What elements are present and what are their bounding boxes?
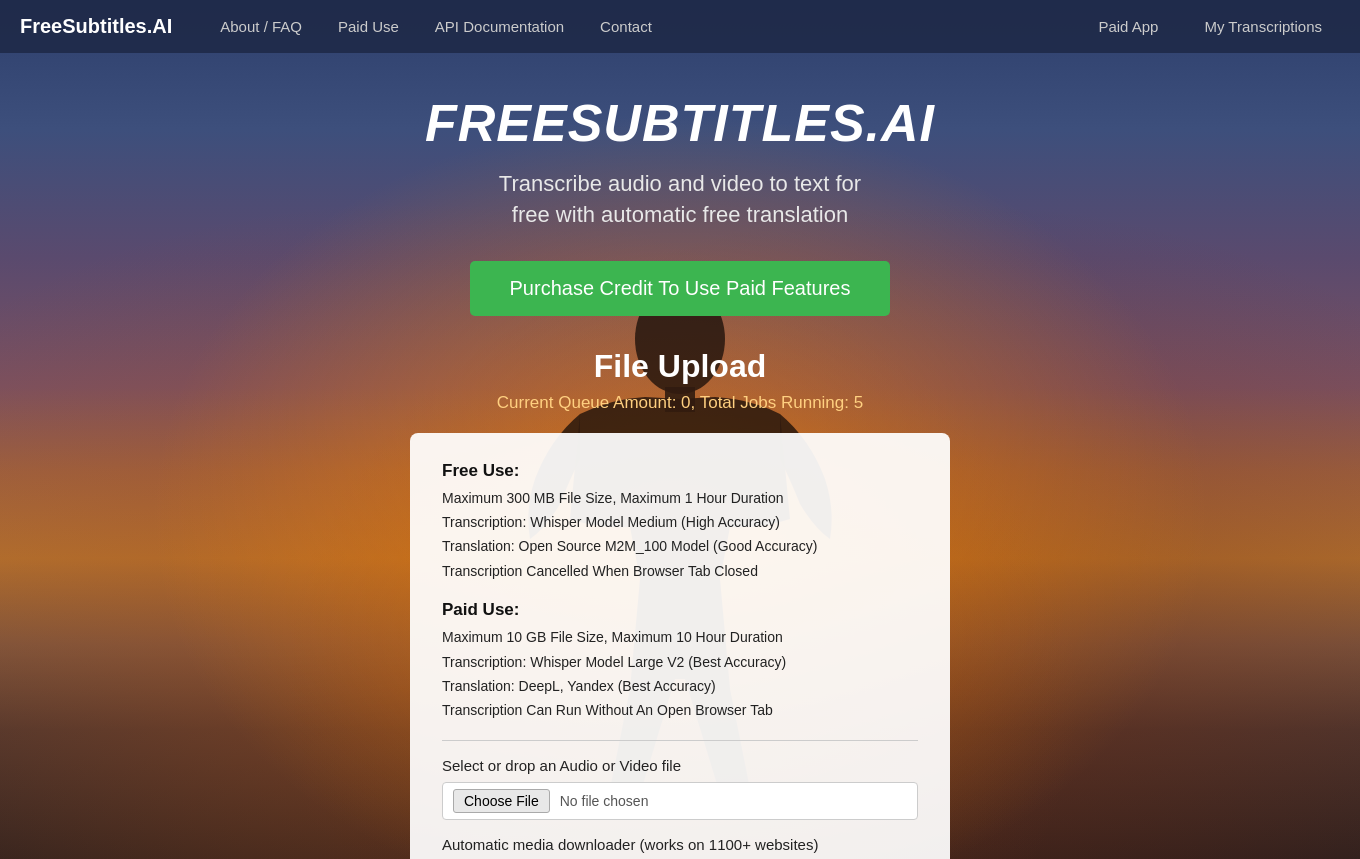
paid-use-detail-3: Transcription Can Run Without An Open Br…	[442, 699, 918, 721]
free-use-detail-3: Transcription Cancelled When Browser Tab…	[442, 560, 918, 582]
file-chosen-text: No file chosen	[560, 793, 649, 809]
paid-use-detail-1: Transcription: Whisper Model Large V2 (B…	[442, 651, 918, 673]
choose-file-button[interactable]: Choose File	[453, 789, 550, 813]
free-use-block: Free Use: Maximum 300 MB File Size, Maxi…	[442, 461, 918, 583]
card-divider	[442, 740, 918, 741]
site-subtitle: Transcribe audio and video to text for f…	[499, 169, 861, 231]
nav-contact[interactable]: Contact	[582, 0, 670, 53]
navbar: FreeSubtitles.AI About / FAQ Paid Use AP…	[0, 0, 1360, 53]
nav-brand[interactable]: FreeSubtitles.AI	[20, 15, 172, 38]
downloader-label: Automatic media downloader (works on 110…	[442, 836, 918, 853]
upload-card: Free Use: Maximum 300 MB File Size, Maxi…	[410, 433, 950, 859]
free-use-title: Free Use:	[442, 461, 918, 481]
paid-use-block: Paid Use: Maximum 10 GB File Size, Maxim…	[442, 600, 918, 722]
nav-paid-app[interactable]: Paid App	[1080, 0, 1176, 53]
file-input-wrapper[interactable]: Choose File No file chosen	[442, 782, 918, 820]
nav-links: About / FAQ Paid Use API Documentation C…	[202, 0, 1080, 53]
file-upload-title: File Upload	[594, 348, 766, 385]
paid-use-title: Paid Use:	[442, 600, 918, 620]
free-use-detail-1: Transcription: Whisper Model Medium (Hig…	[442, 511, 918, 533]
nav-api-docs[interactable]: API Documentation	[417, 0, 582, 53]
nav-my-transcriptions[interactable]: My Transcriptions	[1186, 0, 1340, 53]
nav-about-faq[interactable]: About / FAQ	[202, 0, 320, 53]
paid-use-detail-2: Translation: DeepL, Yandex (Best Accurac…	[442, 675, 918, 697]
purchase-credit-button[interactable]: Purchase Credit To Use Paid Features	[470, 261, 891, 316]
site-title: FREESUBTITLES.AI	[425, 93, 935, 153]
queue-info: Current Queue Amount: 0, Total Jobs Runn…	[497, 393, 863, 413]
main-content: FREESUBTITLES.AI Transcribe audio and vi…	[0, 53, 1360, 859]
paid-use-detail-0: Maximum 10 GB File Size, Maximum 10 Hour…	[442, 626, 918, 648]
nav-paid-use[interactable]: Paid Use	[320, 0, 417, 53]
select-label: Select or drop an Audio or Video file	[442, 757, 918, 774]
free-use-detail-2: Translation: Open Source M2M_100 Model (…	[442, 535, 918, 557]
free-use-detail-0: Maximum 300 MB File Size, Maximum 1 Hour…	[442, 487, 918, 509]
nav-right: Paid App My Transcriptions	[1080, 0, 1340, 53]
